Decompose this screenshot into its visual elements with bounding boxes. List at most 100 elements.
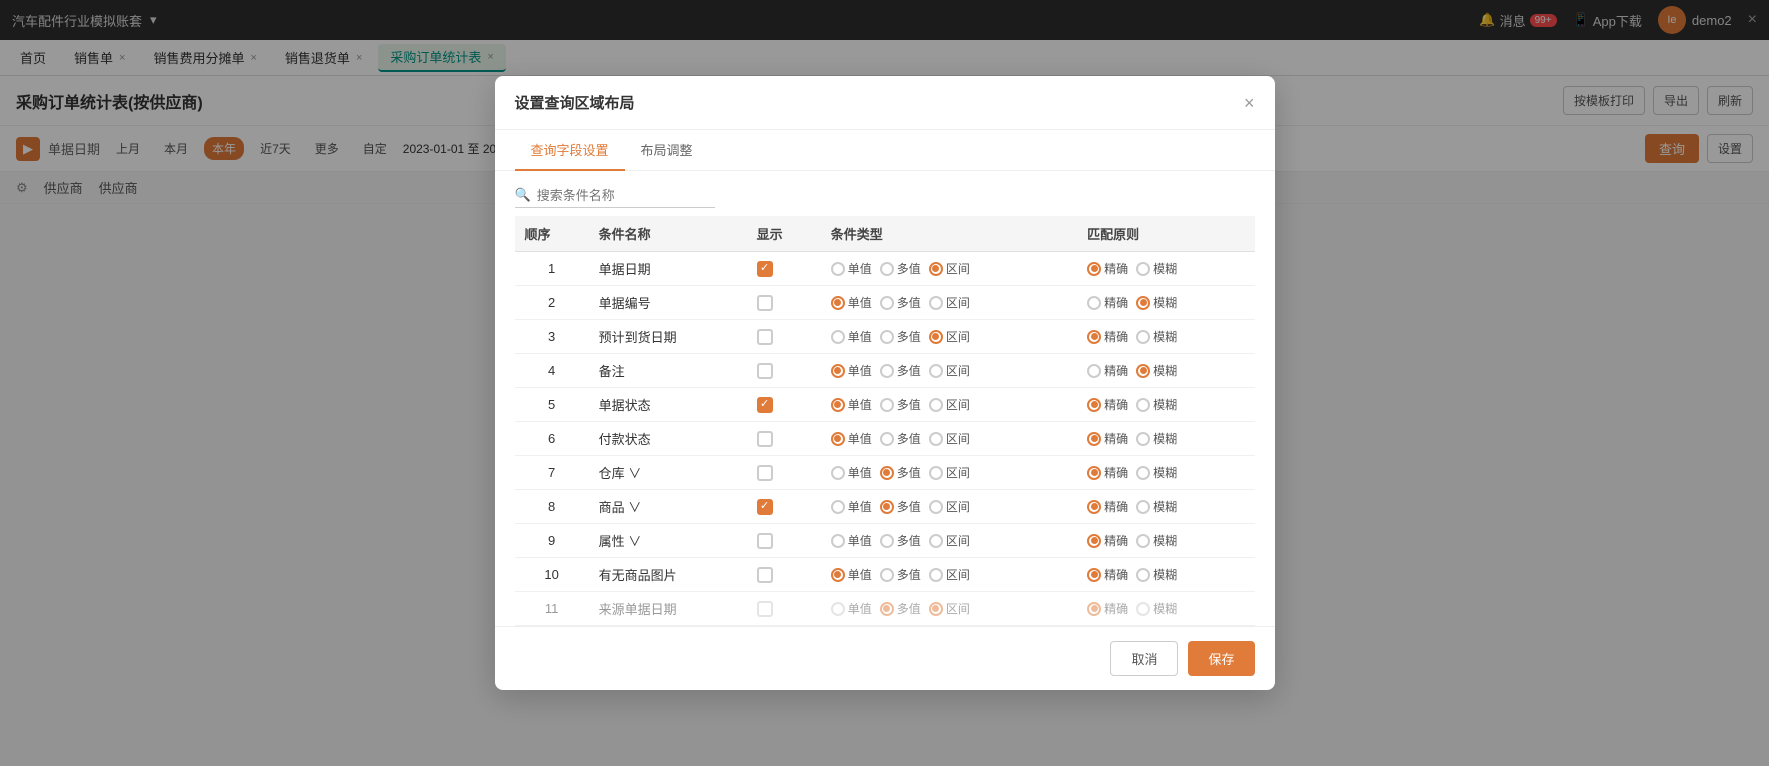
- radio-多值[interactable]: 多值: [880, 396, 921, 413]
- radio-精确[interactable]: 精确: [1087, 532, 1128, 549]
- radio-区间[interactable]: 区间: [929, 464, 970, 481]
- radio-区间[interactable]: 区间: [929, 498, 970, 515]
- radio-模糊[interactable]: 模糊: [1136, 498, 1177, 515]
- radio-多值[interactable]: 多值: [880, 260, 921, 277]
- radio-多值[interactable]: 多值: [880, 362, 921, 379]
- radio-精确[interactable]: 精确: [1087, 294, 1128, 311]
- radio-多值[interactable]: 多值: [880, 294, 921, 311]
- radio-label-精确: 精确: [1104, 328, 1128, 345]
- table-row: 7仓库 ∨单值多值区间精确模糊: [515, 456, 1255, 490]
- radio-模糊[interactable]: 模糊: [1136, 532, 1177, 549]
- radio-单值[interactable]: 单值: [831, 498, 872, 515]
- radio-精确[interactable]: 精确: [1087, 396, 1128, 413]
- radio-区间[interactable]: 区间: [929, 566, 970, 583]
- radio-多值[interactable]: 多值: [880, 430, 921, 447]
- settings-modal: 设置查询区域布局 × 查询字段设置 布局调整 🔍 顺序: [495, 76, 1275, 690]
- radio-多值[interactable]: 多值: [880, 566, 921, 583]
- radio-区间[interactable]: 区间: [929, 294, 970, 311]
- radio-circle-模糊: [1136, 602, 1150, 616]
- show-checkbox[interactable]: [757, 499, 773, 515]
- radio-单值[interactable]: 单值: [831, 294, 872, 311]
- radio-多值[interactable]: 多值: [880, 532, 921, 549]
- radio-单值[interactable]: 单值: [831, 532, 872, 549]
- radio-模糊[interactable]: 模糊: [1136, 464, 1177, 481]
- radio-精确[interactable]: 精确: [1087, 498, 1128, 515]
- cell-show[interactable]: [747, 456, 821, 490]
- show-checkbox[interactable]: [757, 465, 773, 481]
- radio-模糊[interactable]: 模糊: [1136, 328, 1177, 345]
- radio-模糊[interactable]: 模糊: [1136, 362, 1177, 379]
- cell-show[interactable]: [747, 286, 821, 320]
- cell-show[interactable]: [747, 524, 821, 558]
- tab-query-fields[interactable]: 查询字段设置: [515, 130, 625, 171]
- radio-区间[interactable]: 区间: [929, 396, 970, 413]
- radio-精确[interactable]: 精确: [1087, 260, 1128, 277]
- show-checkbox[interactable]: [757, 601, 773, 617]
- cell-show[interactable]: [747, 388, 821, 422]
- radio-单值[interactable]: 单值: [831, 362, 872, 379]
- radio-多值[interactable]: 多值: [880, 600, 921, 617]
- radio-模糊[interactable]: 模糊: [1136, 260, 1177, 277]
- modal-close-button[interactable]: ×: [1244, 94, 1255, 112]
- radio-精确[interactable]: 精确: [1087, 328, 1128, 345]
- cancel-button[interactable]: 取消: [1110, 641, 1178, 676]
- radio-单值[interactable]: 单值: [831, 328, 872, 345]
- radio-单值[interactable]: 单值: [831, 464, 872, 481]
- radio-模糊[interactable]: 模糊: [1136, 600, 1177, 617]
- cell-show[interactable]: [747, 490, 821, 524]
- radio-精确[interactable]: 精确: [1087, 566, 1128, 583]
- show-checkbox[interactable]: [757, 295, 773, 311]
- radio-label-模糊: 模糊: [1153, 600, 1177, 617]
- show-checkbox[interactable]: [757, 431, 773, 447]
- radio-circle-多值: [880, 534, 894, 548]
- tab-layout[interactable]: 布局调整: [625, 130, 709, 171]
- radio-模糊[interactable]: 模糊: [1136, 294, 1177, 311]
- radio-circle-精确: [1087, 500, 1101, 514]
- radio-精确[interactable]: 精确: [1087, 600, 1128, 617]
- show-checkbox[interactable]: [757, 533, 773, 549]
- radio-区间[interactable]: 区间: [929, 260, 970, 277]
- radio-区间[interactable]: 区间: [929, 532, 970, 549]
- radio-模糊[interactable]: 模糊: [1136, 430, 1177, 447]
- cell-order: 11: [515, 592, 589, 626]
- cell-order: 3: [515, 320, 589, 354]
- show-checkbox[interactable]: [757, 363, 773, 379]
- radio-label-区间: 区间: [946, 396, 970, 413]
- radio-模糊[interactable]: 模糊: [1136, 566, 1177, 583]
- radio-精确[interactable]: 精确: [1087, 430, 1128, 447]
- radio-区间[interactable]: 区间: [929, 600, 970, 617]
- radio-多值[interactable]: 多值: [880, 498, 921, 515]
- cell-show[interactable]: [747, 558, 821, 592]
- cell-show[interactable]: [747, 422, 821, 456]
- cell-show[interactable]: [747, 320, 821, 354]
- radio-多值[interactable]: 多值: [880, 464, 921, 481]
- radio-区间[interactable]: 区间: [929, 430, 970, 447]
- table-row: 2单据编号单值多值区间精确模糊: [515, 286, 1255, 320]
- cell-show[interactable]: [747, 354, 821, 388]
- cell-condition-type: 单值多值 区间: [821, 388, 1077, 422]
- radio-circle-精确: [1087, 466, 1101, 480]
- radio-circle-区间: [929, 364, 943, 378]
- cell-show[interactable]: [747, 592, 821, 626]
- radio-单值[interactable]: 单值: [831, 260, 872, 277]
- radio-单值[interactable]: 单值: [831, 396, 872, 413]
- radio-精确[interactable]: 精确: [1087, 362, 1128, 379]
- show-checkbox[interactable]: [757, 329, 773, 345]
- radio-单值[interactable]: 单值: [831, 430, 872, 447]
- radio-单值[interactable]: 单值: [831, 600, 872, 617]
- radio-circle-单值: [831, 466, 845, 480]
- radio-区间[interactable]: 区间: [929, 362, 970, 379]
- show-checkbox[interactable]: [757, 397, 773, 413]
- radio-label-精确: 精确: [1104, 464, 1128, 481]
- radio-区间[interactable]: 区间: [929, 328, 970, 345]
- show-checkbox[interactable]: [757, 261, 773, 277]
- save-button[interactable]: 保存: [1188, 641, 1254, 676]
- cell-show[interactable]: [747, 252, 821, 286]
- match-rule-group: 精确模糊: [1087, 566, 1244, 583]
- search-input[interactable]: [537, 188, 707, 203]
- radio-多值[interactable]: 多值: [880, 328, 921, 345]
- radio-单值[interactable]: 单值: [831, 566, 872, 583]
- show-checkbox[interactable]: [757, 567, 773, 583]
- radio-精确[interactable]: 精确: [1087, 464, 1128, 481]
- radio-模糊[interactable]: 模糊: [1136, 396, 1177, 413]
